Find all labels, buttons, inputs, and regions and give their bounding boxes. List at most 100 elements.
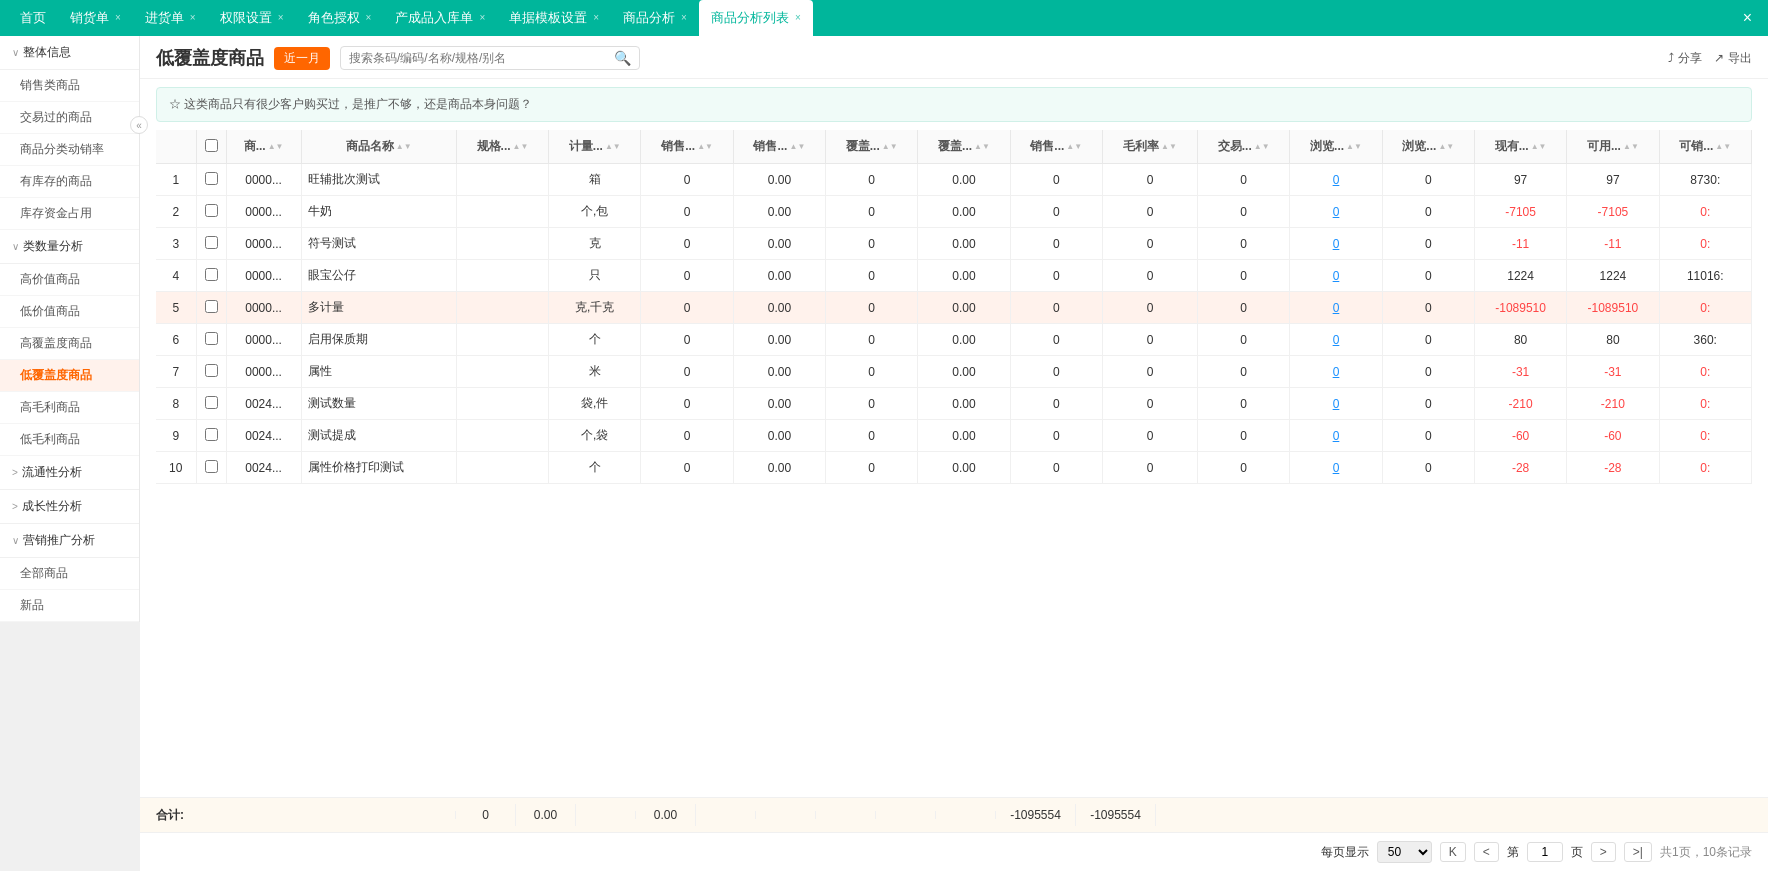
cell-checkbox[interactable]: [196, 420, 226, 452]
sidebar-collapse-button[interactable]: «: [130, 116, 148, 134]
row-checkbox[interactable]: [205, 204, 218, 217]
cell-checkbox[interactable]: [196, 324, 226, 356]
close-icon[interactable]: ×: [190, 0, 196, 36]
sidebar-item-in-stock[interactable]: 有库存的商品: [0, 166, 139, 198]
sort-browse2[interactable]: 浏览...▲▼: [1402, 138, 1454, 155]
cell-checkbox[interactable]: [196, 292, 226, 324]
cell-checkbox[interactable]: [196, 164, 226, 196]
cell-checkbox[interactable]: [196, 388, 226, 420]
first-page-button[interactable]: K: [1440, 842, 1466, 862]
sort-sales1[interactable]: 销售...▲▼: [661, 138, 713, 155]
row-checkbox[interactable]: [205, 268, 218, 281]
cell-name: 牛奶: [301, 196, 456, 228]
cell-checkbox[interactable]: [196, 228, 226, 260]
nav-tab-product[interactable]: 产成品入库单 ×: [383, 0, 497, 36]
nav-tab-sales[interactable]: 销货单 ×: [58, 0, 133, 36]
export-button[interactable]: ↗ 导出: [1714, 50, 1752, 67]
cell-browse1[interactable]: 0: [1290, 356, 1382, 388]
close-icon[interactable]: ×: [479, 0, 485, 36]
sidebar-item-turnover-rate[interactable]: 商品分类动销率: [0, 134, 139, 166]
row-checkbox[interactable]: [205, 300, 218, 313]
share-button[interactable]: ⤴ 分享: [1668, 50, 1702, 67]
row-checkbox[interactable]: [205, 428, 218, 441]
row-checkbox[interactable]: [205, 460, 218, 473]
sort-gross[interactable]: 毛利率▲▼: [1123, 138, 1177, 155]
cell-browse1[interactable]: 0: [1290, 260, 1382, 292]
search-input[interactable]: [349, 51, 610, 65]
cell-cover1: 0: [826, 228, 918, 260]
sidebar-item-all-products[interactable]: 全部商品: [0, 558, 139, 590]
row-checkbox[interactable]: [205, 236, 218, 249]
cell-browse1[interactable]: 0: [1290, 164, 1382, 196]
close-icon[interactable]: ×: [593, 0, 599, 36]
page-number-input[interactable]: [1527, 842, 1563, 862]
nav-tab-template[interactable]: 单据模板设置 ×: [497, 0, 611, 36]
close-all-button[interactable]: ×: [1735, 9, 1760, 27]
sort-sales3[interactable]: 销售...▲▼: [1030, 138, 1082, 155]
sidebar-item-sales-products[interactable]: 销售类商品: [0, 70, 139, 102]
close-icon[interactable]: ×: [278, 0, 284, 36]
cell-browse1[interactable]: 0: [1290, 228, 1382, 260]
row-checkbox[interactable]: [205, 332, 218, 345]
sidebar-item-high-coverage[interactable]: 高覆盖度商品: [0, 328, 139, 360]
close-icon[interactable]: ×: [115, 0, 121, 36]
sidebar-item-high-margin[interactable]: 高毛利商品: [0, 392, 139, 424]
cell-browse1[interactable]: 0: [1290, 196, 1382, 228]
nav-tab-purchase[interactable]: 进货单 ×: [133, 0, 208, 36]
sidebar-section-growth[interactable]: > 成长性分析: [0, 490, 139, 524]
sort-sales2[interactable]: 销售...▲▼: [753, 138, 805, 155]
cell-browse1[interactable]: 0: [1290, 292, 1382, 324]
sidebar-item-high-value[interactable]: 高价值商品: [0, 264, 139, 296]
cell-checkbox[interactable]: [196, 356, 226, 388]
prev-page-button[interactable]: <: [1474, 842, 1499, 862]
sort-stock3[interactable]: 可销...▲▼: [1679, 138, 1731, 155]
sort-unit[interactable]: 计量...▲▼: [569, 138, 621, 155]
sort-cover1[interactable]: 覆盖...▲▼: [846, 138, 898, 155]
cell-checkbox[interactable]: [196, 196, 226, 228]
cell-browse1[interactable]: 0: [1290, 420, 1382, 452]
sidebar-section-overview[interactable]: ∨ 整体信息: [0, 36, 139, 70]
row-checkbox[interactable]: [205, 396, 218, 409]
sort-spec[interactable]: 规格...▲▼: [477, 138, 529, 155]
cell-browse1[interactable]: 0: [1290, 388, 1382, 420]
sort-code[interactable]: 商...▲▼: [244, 138, 284, 155]
sort-stock2[interactable]: 可用...▲▼: [1587, 138, 1639, 155]
sidebar-item-low-value[interactable]: 低价值商品: [0, 296, 139, 328]
close-icon[interactable]: ×: [681, 0, 687, 36]
sort-browse1[interactable]: 浏览...▲▼: [1310, 138, 1362, 155]
sidebar-item-low-margin[interactable]: 低毛利商品: [0, 424, 139, 456]
sidebar-section-marketing[interactable]: ∨ 营销推广分析: [0, 524, 139, 558]
sidebar-section-flow[interactable]: > 流通性分析: [0, 456, 139, 490]
nav-tab-permission[interactable]: 权限设置 ×: [208, 0, 296, 36]
select-all-checkbox[interactable]: [205, 139, 218, 152]
page-size-select[interactable]: 50 10 20 100: [1377, 841, 1432, 863]
sort-trade[interactable]: 交易...▲▼: [1218, 138, 1270, 155]
sidebar-item-low-coverage[interactable]: 低覆盖度商品: [0, 360, 139, 392]
period-button[interactable]: 近一月: [274, 47, 330, 70]
cell-checkbox[interactable]: [196, 260, 226, 292]
close-icon[interactable]: ×: [366, 0, 372, 36]
sidebar-section-quantity[interactable]: ∨ 类数量分析: [0, 230, 139, 264]
sort-cover2[interactable]: 覆盖...▲▼: [938, 138, 990, 155]
cell-stock1: -7105: [1474, 196, 1566, 228]
last-page-button[interactable]: >|: [1624, 842, 1652, 862]
cell-cover1: 0: [826, 196, 918, 228]
nav-tab-role[interactable]: 角色授权 ×: [296, 0, 384, 36]
sidebar-item-inventory-fund[interactable]: 库存资金占用: [0, 198, 139, 230]
sort-name[interactable]: 商品名称▲▼: [346, 138, 412, 155]
cell-browse1[interactable]: 0: [1290, 452, 1382, 484]
cell-browse1[interactable]: 0: [1290, 324, 1382, 356]
next-page-button[interactable]: >: [1591, 842, 1616, 862]
nav-tab-home[interactable]: 首页: [8, 0, 58, 36]
cell-checkbox[interactable]: [196, 452, 226, 484]
cell-cover2: 0.00: [918, 292, 1010, 324]
nav-tab-analysis-list[interactable]: 商品分析列表 ×: [699, 0, 813, 36]
row-checkbox[interactable]: [205, 364, 218, 377]
cell-sales3: 0: [1010, 356, 1102, 388]
sidebar-item-traded-products[interactable]: 交易过的商品: [0, 102, 139, 134]
sort-stock1[interactable]: 现有...▲▼: [1495, 138, 1547, 155]
nav-tab-analysis[interactable]: 商品分析 ×: [611, 0, 699, 36]
close-icon[interactable]: ×: [795, 0, 801, 36]
row-checkbox[interactable]: [205, 172, 218, 185]
sidebar-item-new-products[interactable]: 新品: [0, 590, 139, 622]
